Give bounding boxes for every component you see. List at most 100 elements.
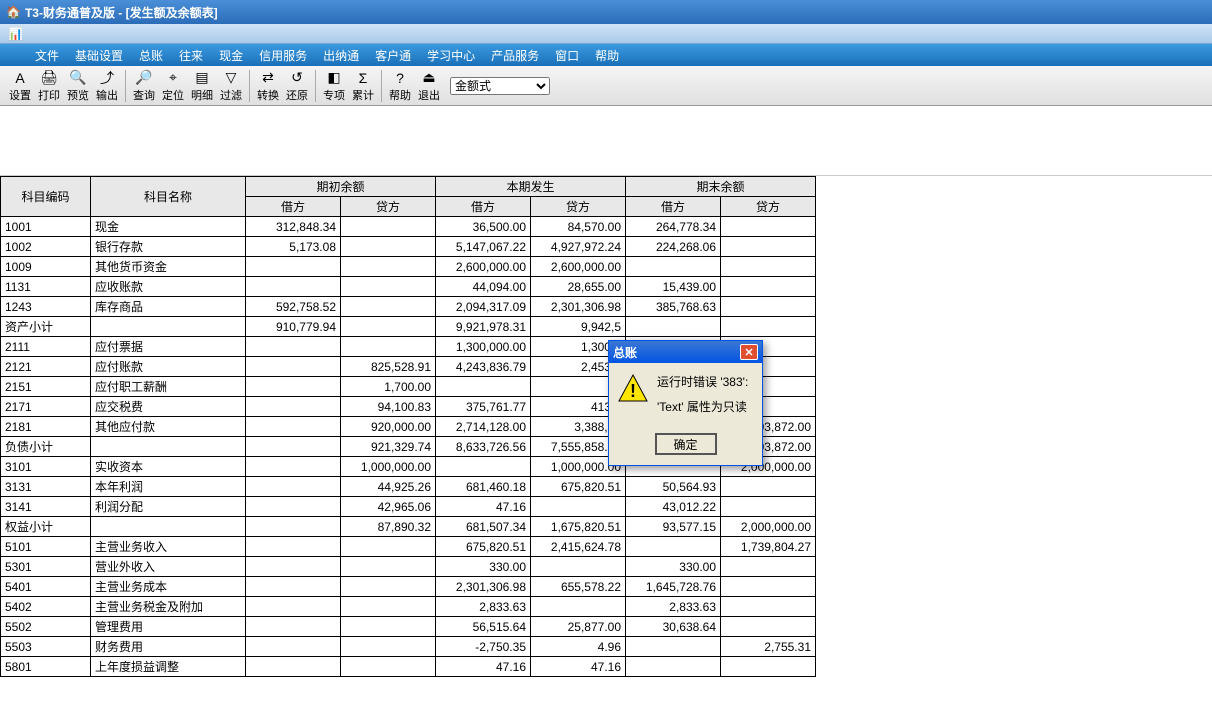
cell: 应付账款: [91, 357, 246, 377]
cell: [341, 237, 436, 257]
menu-item-0[interactable]: 文件: [30, 47, 64, 64]
tool-设置[interactable]: A设置: [6, 68, 34, 104]
cell: [721, 557, 816, 577]
close-icon[interactable]: ✕: [740, 344, 758, 360]
tool-转换[interactable]: ⇄转换: [254, 68, 282, 104]
cell: 应付职工薪酬: [91, 377, 246, 397]
cell: 5301: [1, 557, 91, 577]
cell: [246, 397, 341, 417]
table-row[interactable]: 5301营业外收入330.00330.00: [1, 557, 816, 577]
还原-icon: ↺: [291, 69, 303, 87]
table-row[interactable]: 1243库存商品592,758.522,094,317.092,301,306.…: [1, 297, 816, 317]
cell: 1,739,804.27: [721, 537, 816, 557]
menu-item-10[interactable]: 窗口: [550, 47, 584, 64]
cell: [341, 217, 436, 237]
tool-查询[interactable]: 🔎查询: [130, 68, 158, 104]
table-row[interactable]: 5401主营业务成本2,301,306.98655,578.221,645,72…: [1, 577, 816, 597]
cell: [246, 537, 341, 557]
cell: 910,779.94: [246, 317, 341, 337]
tool-过滤[interactable]: ▽过滤: [217, 68, 245, 104]
cell: 93,577.15: [626, 517, 721, 537]
cell: 5101: [1, 537, 91, 557]
table-row[interactable]: 1131应收账款44,094.0028,655.0015,439.00: [1, 277, 816, 297]
cell: [721, 597, 816, 617]
cell: [246, 457, 341, 477]
table-row[interactable]: 5101主营业务收入675,820.512,415,624.781,739,80…: [1, 537, 816, 557]
打印-icon: 🖨: [40, 69, 58, 87]
cell: [246, 437, 341, 457]
cell: 47.16: [436, 657, 531, 677]
cell: 87,890.32: [341, 517, 436, 537]
cell: 264,778.34: [626, 217, 721, 237]
table-row[interactable]: 3141利润分配42,965.0647.1643,012.22: [1, 497, 816, 517]
cell: [721, 577, 816, 597]
cell: 财务费用: [91, 637, 246, 657]
cell: 1,700.00: [341, 377, 436, 397]
th-code: 科目编码: [1, 177, 91, 217]
menu-item-1[interactable]: 基础设置: [70, 47, 128, 64]
cell: 2,714,128.00: [436, 417, 531, 437]
cell: 25,877.00: [531, 617, 626, 637]
table-row[interactable]: 权益小计87,890.32681,507.341,675,820.5193,57…: [1, 517, 816, 537]
cell: 47.16: [436, 497, 531, 517]
tool-还原[interactable]: ↺还原: [283, 68, 311, 104]
menu-item-5[interactable]: 信用服务: [254, 47, 312, 64]
tool-明细[interactable]: ▤明细: [188, 68, 216, 104]
menu-item-2[interactable]: 总账: [134, 47, 168, 64]
dialog-title-bar[interactable]: 总账 ✕: [609, 341, 762, 363]
tool-累计[interactable]: Σ累计: [349, 68, 377, 104]
table-row[interactable]: 5503财务费用-2,750.354.962,755.31: [1, 637, 816, 657]
cell: [436, 377, 531, 397]
table-row[interactable]: 1001现金312,848.3436,500.0084,570.00264,77…: [1, 217, 816, 237]
tool-输出[interactable]: ⤴输出: [93, 68, 121, 104]
window-title: T3-财务通普及版 - [发生额及余额表]: [25, 4, 218, 21]
cell: 8,633,726.56: [436, 437, 531, 457]
cell: 1,000,000.00: [341, 457, 436, 477]
table-row[interactable]: 5801上年度损益调整47.1647.16: [1, 657, 816, 677]
cell: 675,820.51: [436, 537, 531, 557]
tool-预览[interactable]: 🔍预览: [64, 68, 92, 104]
tool-label: 设置: [9, 87, 31, 103]
cell: [721, 317, 816, 337]
table-row[interactable]: 3131本年利润44,925.26681,460.18675,820.5150,…: [1, 477, 816, 497]
display-mode-select[interactable]: 金额式: [450, 77, 550, 95]
tool-定位[interactable]: ⌖定位: [159, 68, 187, 104]
cell: 库存商品: [91, 297, 246, 317]
cell: [246, 277, 341, 297]
cell: 681,460.18: [436, 477, 531, 497]
cell: [341, 297, 436, 317]
table-row[interactable]: 5402主营业务税金及附加2,833.632,833.63: [1, 597, 816, 617]
menu-item-8[interactable]: 学习中心: [422, 47, 480, 64]
cell: [436, 457, 531, 477]
tool-专项[interactable]: ◧专项: [320, 68, 348, 104]
table-row[interactable]: 5502管理费用56,515.6425,877.0030,638.64: [1, 617, 816, 637]
cell: 资产小计: [1, 317, 91, 337]
menu-item-4[interactable]: 现金: [214, 47, 248, 64]
cell: [91, 437, 246, 457]
table-row[interactable]: 1002银行存款5,173.085,147,067.224,927,972.24…: [1, 237, 816, 257]
th-bc: 贷方: [341, 197, 436, 217]
cell: [91, 317, 246, 337]
menu-item-3[interactable]: 往来: [174, 47, 208, 64]
tool-帮助[interactable]: ?帮助: [386, 68, 414, 104]
cell: [246, 377, 341, 397]
table-row[interactable]: 1009其他货币资金2,600,000.002,600,000.00: [1, 257, 816, 277]
tool-退出[interactable]: ⏏退出: [415, 68, 443, 104]
menu-item-11[interactable]: 帮助: [590, 47, 624, 64]
table-row[interactable]: 资产小计910,779.949,921,978.319,942,5: [1, 317, 816, 337]
tool-打印[interactable]: 🖨打印: [35, 68, 63, 104]
cell: 825,528.91: [341, 357, 436, 377]
cell: [91, 517, 246, 537]
cell: 330.00: [436, 557, 531, 577]
cell: 681,507.34: [436, 517, 531, 537]
ok-button[interactable]: 确定: [655, 433, 717, 455]
cell: [531, 597, 626, 617]
menu-item-7[interactable]: 客户通: [370, 47, 416, 64]
menu-item-6[interactable]: 出纳通: [318, 47, 364, 64]
cell: 44,925.26: [341, 477, 436, 497]
cell: 2121: [1, 357, 91, 377]
cell: 1,645,728.76: [626, 577, 721, 597]
cell: [246, 577, 341, 597]
cell: -2,750.35: [436, 637, 531, 657]
menu-item-9[interactable]: 产品服务: [486, 47, 544, 64]
